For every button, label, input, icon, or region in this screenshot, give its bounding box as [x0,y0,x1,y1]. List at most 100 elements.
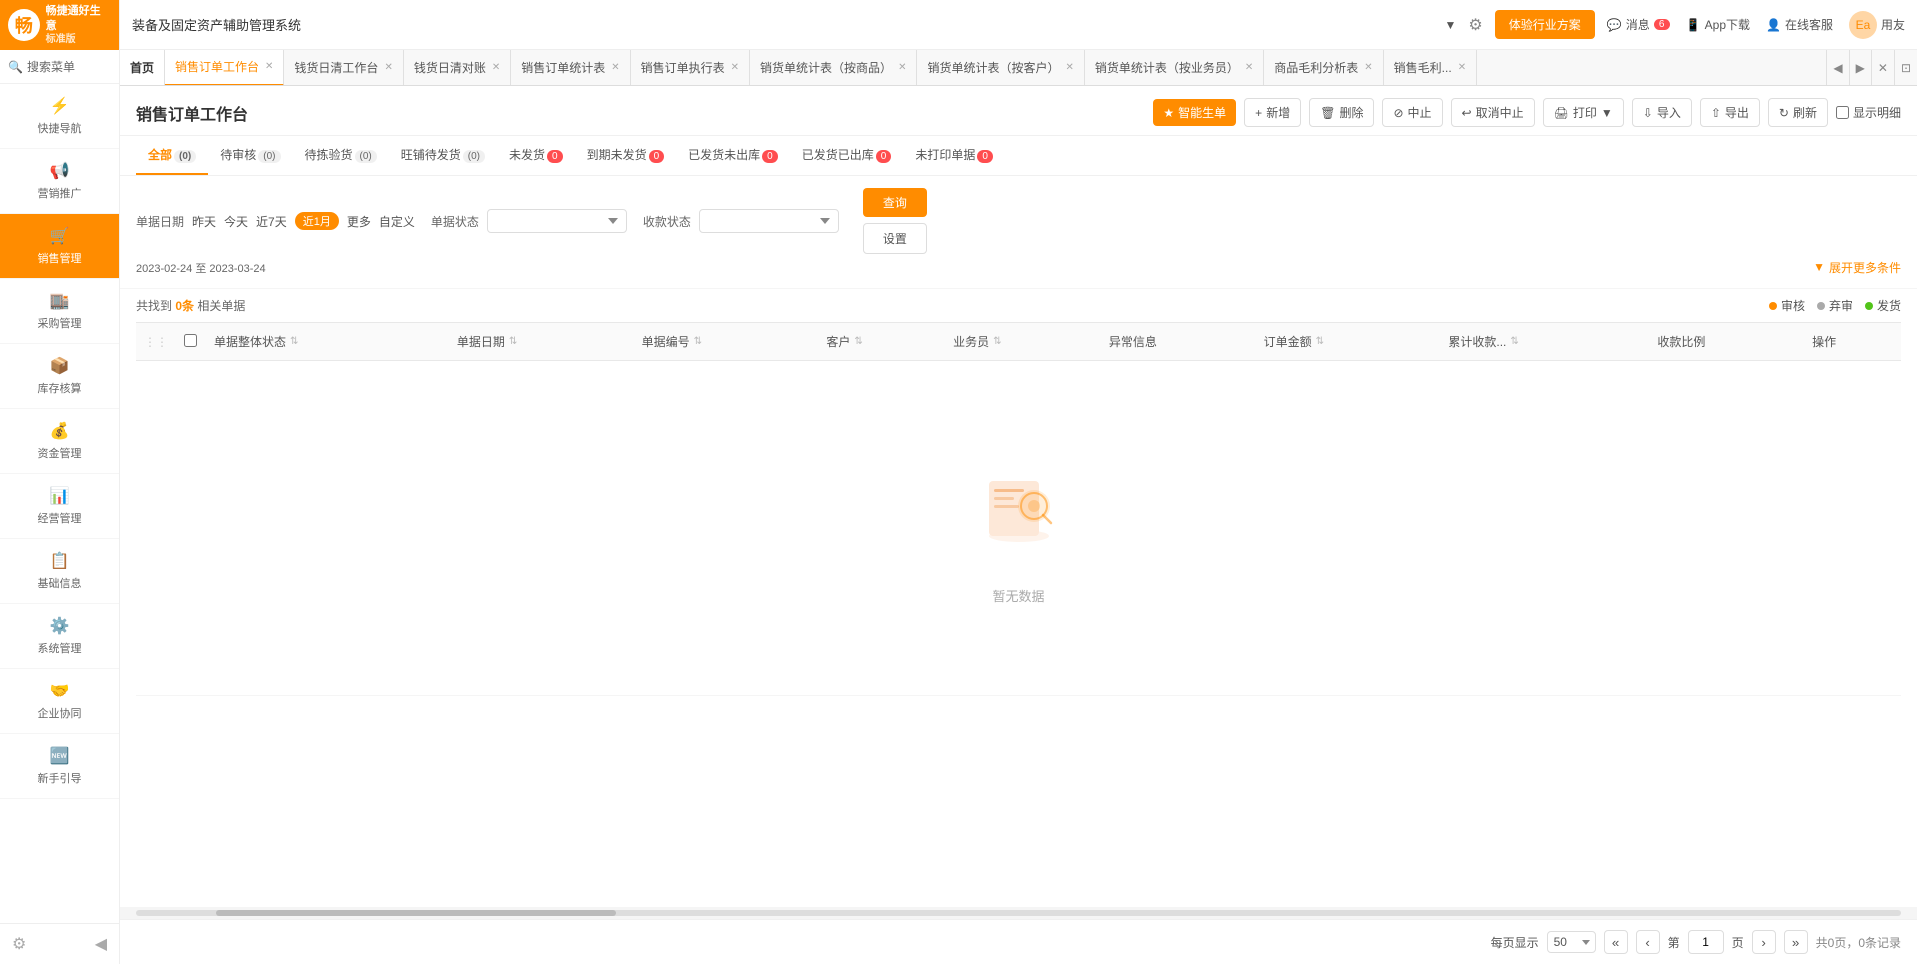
tab-cash-reconcile[interactable]: 钱货日清对账 ✕ [404,50,511,86]
settings-bottom-icon[interactable]: ⚙ [12,934,26,954]
sidebar-search[interactable]: 🔍 搜索菜单 [0,50,119,84]
payment-select[interactable] [699,209,839,233]
tab-scroll-left[interactable]: ◀ [1826,50,1848,86]
tab-close-all[interactable]: ✕ [1871,50,1894,86]
print-button[interactable]: 🖨 打印 ▼ [1543,98,1624,127]
subtab-wangpu-ship[interactable]: 旺铺待发货(0) [389,136,497,175]
delete-button[interactable]: 🗑 删除 [1309,98,1374,127]
tab-close-cash-reconcile[interactable]: ✕ [492,62,500,73]
status-select[interactable] [487,209,627,233]
tab-close-gross-profit[interactable]: ✕ [1364,62,1372,73]
date-opt-today[interactable]: 今天 [224,213,248,230]
tab-sales-stats[interactable]: 销售订单统计表 ✕ [511,50,630,86]
tab-scroll-right[interactable]: ▶ [1849,50,1871,86]
query-button[interactable]: 查询 [863,188,927,217]
topbar-settings-icon[interactable]: ⚙ [1468,15,1482,35]
smart-create-button[interactable]: ★ 智能生单 [1153,99,1236,126]
th-date-sort[interactable]: 单据日期 ⇅ [457,333,626,350]
th-staff-sort[interactable]: 业务员 ⇅ [953,333,1093,350]
refresh-button[interactable]: ↻ 刷新 [1768,98,1828,127]
subtab-overdue-ship[interactable]: 到期未发货0 [575,136,677,175]
date-opt-more[interactable]: 更多 [347,213,371,230]
user-menu[interactable]: Ea 用友 [1849,11,1905,39]
page-next-btn[interactable]: › [1752,930,1776,954]
tab-sales-exec[interactable]: 销售订单执行表 ✕ [631,50,750,86]
tab-gross-profit[interactable]: 商品毛利分析表 ✕ [1264,50,1383,86]
import-button[interactable]: ⇩ 导入 [1632,98,1692,127]
date-opt-yesterday[interactable]: 昨天 [192,213,216,230]
tab-sales-gross[interactable]: 销售毛利... ✕ [1384,50,1477,86]
expand-filter-btn[interactable]: ▼ 展开更多条件 [1813,259,1901,276]
page-first-btn[interactable]: « [1604,930,1628,954]
ship-dot [1865,302,1873,310]
tab-close-sales-by-customer[interactable]: ✕ [1065,62,1073,73]
sidebar-item-sales[interactable]: 🛒 销售管理 [0,214,119,279]
sidebar-item-system[interactable]: ⚙️ 系统管理 [0,604,119,669]
sort-icon-date: ⇅ [509,336,517,347]
date-opt-7days[interactable]: 近7天 [256,213,287,230]
solution-button[interactable]: 体验行业方案 [1495,10,1595,39]
cancel-approve-action-btn[interactable]: 弃审 [1817,297,1853,314]
tab-expand[interactable]: ⊡ [1894,50,1917,86]
show-detail-checkbox[interactable]: 显示明细 [1836,104,1901,121]
th-customer-sort[interactable]: 客户 ⇅ [826,333,937,350]
online-service-btn[interactable]: 👤 在线客服 [1766,16,1833,33]
tab-home[interactable]: 首页 [120,50,165,86]
tab-close-sales-stats[interactable]: ✕ [611,62,619,73]
page-number-input[interactable] [1688,930,1724,954]
sidebar-item-ops[interactable]: 📊 经营管理 [0,474,119,539]
subtab-shipped-not-out[interactable]: 已发货未出库0 [676,136,790,175]
filter-actions: 查询 设置 [863,188,927,254]
approve-action-btn[interactable]: 审核 [1769,297,1805,314]
ship-action-btn[interactable]: 发货 [1865,297,1901,314]
results-bar: 共找到 0条 相关单据 审核 弃审 发货 [120,289,1917,322]
sidebar-item-corp[interactable]: 🤝 企业协同 [0,669,119,734]
message-btn[interactable]: 💬 消息 6 [1607,16,1670,33]
page-size-select[interactable]: 50 10 20 100 [1547,931,1596,953]
sidebar-item-finance[interactable]: 💰 资金管理 [0,409,119,474]
tab-close-sales-by-staff[interactable]: ✕ [1245,62,1253,73]
show-detail-input[interactable] [1836,106,1849,119]
subtab-all[interactable]: 全部(0) [136,136,208,175]
page-prev-btn[interactable]: ‹ [1636,930,1660,954]
cancel-stop-button[interactable]: ↩ 取消中止 [1451,98,1535,127]
th-number-sort[interactable]: 单据编号 ⇅ [642,333,811,350]
system-dropdown[interactable]: ▼ [1444,18,1456,32]
tab-cash-daily[interactable]: 钱货日清工作台 ✕ [284,50,403,86]
tab-close-sales-gross[interactable]: ✕ [1458,62,1466,73]
subtab-unshipped[interactable]: 未发货0 [497,136,575,175]
sidebar-item-purchase[interactable]: 🏬 采购管理 [0,279,119,344]
guide-icon: 🆕 [50,746,70,766]
tab-close-cash-daily[interactable]: ✕ [384,62,392,73]
tab-sales-by-staff[interactable]: 销货单统计表（按业务员） ✕ [1085,50,1264,86]
date-opt-1month[interactable]: 近1月 [295,212,339,230]
stop-button[interactable]: ⊘ 中止 [1382,98,1442,127]
select-all-checkbox[interactable] [184,334,197,347]
date-opt-custom[interactable]: 自定义 [379,213,415,230]
subtab-pending-review[interactable]: 待审核(0) [208,136,292,175]
collapse-icon[interactable]: ◀ [95,934,107,954]
tab-close-sales-workbench[interactable]: ✕ [265,61,273,72]
sidebar-item-inventory[interactable]: 📦 库存核算 [0,344,119,409]
th-accumulated-sort[interactable]: 累计收款... ⇅ [1448,333,1641,350]
sidebar-item-marketing[interactable]: 📢 营销推广 [0,149,119,214]
tab-close-sales-by-product[interactable]: ✕ [898,62,906,73]
sidebar-item-guide[interactable]: 🆕 新手引导 [0,734,119,799]
scrollbar-thumb[interactable] [216,910,616,916]
sidebar-item-quicknav[interactable]: ⚡ 快捷导航 [0,84,119,149]
page-last-btn[interactable]: » [1784,930,1808,954]
subtab-pending-inspection[interactable]: 待拣验货(0) [293,136,389,175]
subtab-shipped-out[interactable]: 已发货已出库0 [790,136,904,175]
add-button[interactable]: + 新增 [1244,98,1301,127]
th-status-sort[interactable]: 单据整体状态 ⇅ [214,333,441,350]
tab-sales-workbench[interactable]: 销售订单工作台 ✕ [165,50,284,86]
export-button[interactable]: ⇧ 导出 [1700,98,1760,127]
th-amount-sort[interactable]: 订单金额 ⇅ [1264,333,1433,350]
sidebar-item-base[interactable]: 📋 基础信息 [0,539,119,604]
tab-sales-by-product[interactable]: 销货单统计表（按商品） ✕ [750,50,917,86]
app-download-btn[interactable]: 📱 App下载 [1686,16,1750,33]
tab-sales-by-customer[interactable]: 销货单统计表（按客户） ✕ [917,50,1084,86]
filter-setting-button[interactable]: 设置 [863,223,927,254]
subtab-unprinted[interactable]: 未打印单据0 [903,136,1005,175]
tab-close-sales-exec[interactable]: ✕ [731,62,739,73]
